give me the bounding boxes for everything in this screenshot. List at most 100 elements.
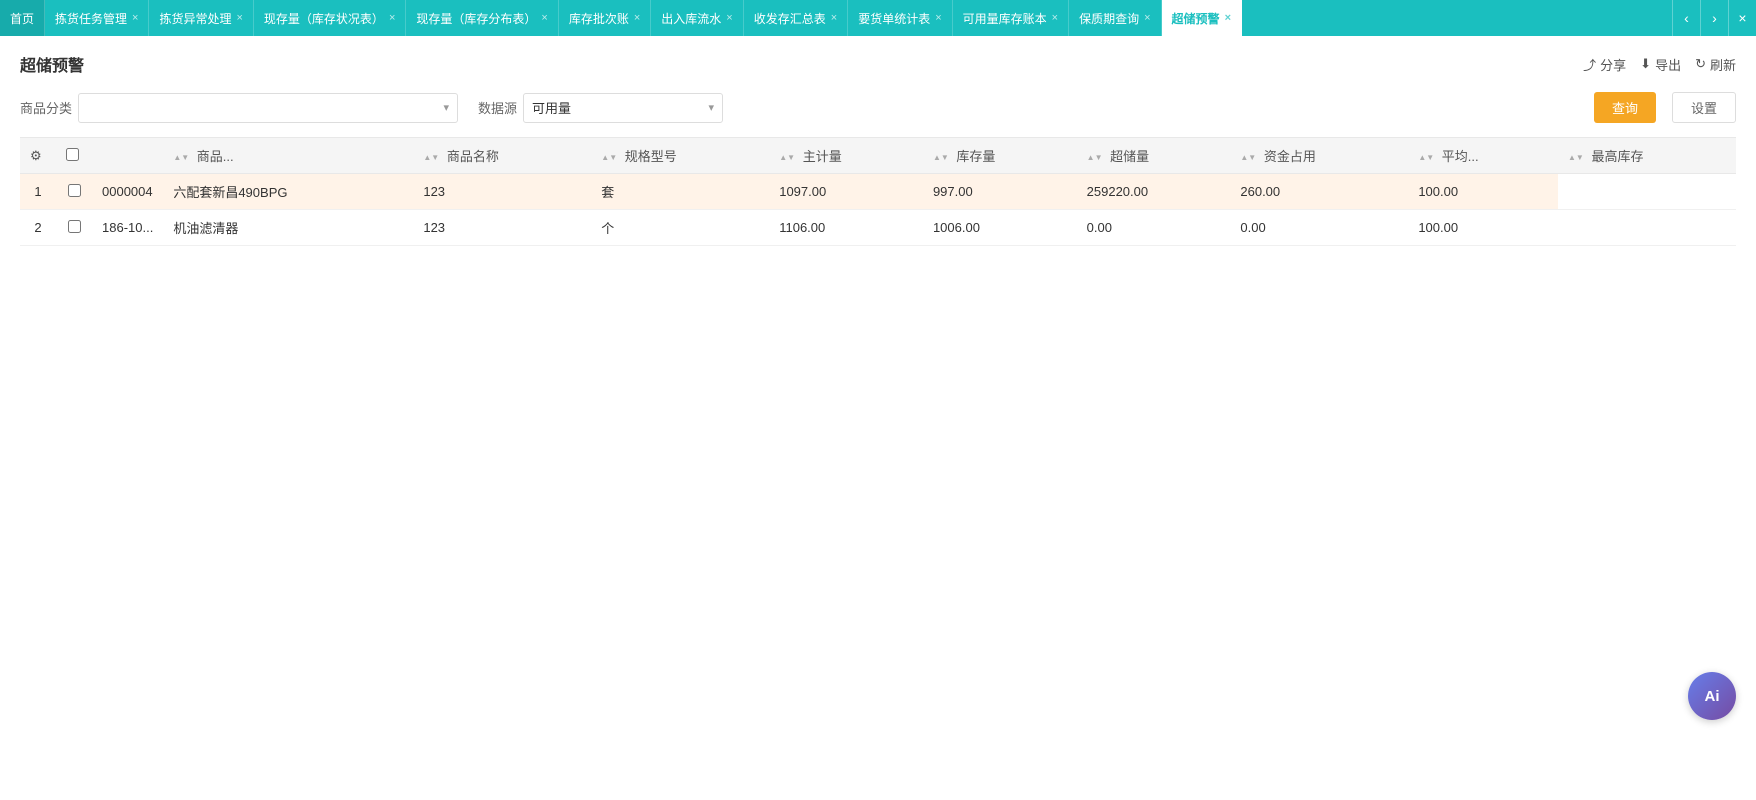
refresh-button[interactable]: ↻ 刷新 — [1695, 55, 1736, 74]
close-icon[interactable]: × — [1052, 12, 1058, 24]
query-button[interactable]: 查询 — [1594, 92, 1656, 123]
row-checkbox[interactable] — [68, 184, 81, 197]
column-max-stock[interactable]: ▲▼ 最高库存 — [1558, 138, 1736, 174]
column-capital[interactable]: ▲▼ 资金占用 — [1230, 138, 1408, 174]
nav-pick-exception[interactable]: 拣货异常处理 × — [149, 0, 253, 36]
nav-pick-task[interactable]: 拣货任务管理 × — [45, 0, 149, 36]
close-icon[interactable]: × — [935, 12, 941, 24]
column-goods-code[interactable]: ▲▼ 商品... — [163, 138, 413, 174]
close-icon[interactable]: × — [1225, 12, 1231, 24]
share-button[interactable]: ⤴ 分享 — [1583, 55, 1626, 74]
sort-icon: ▲▼ — [423, 154, 439, 162]
goods-name: 六配套新昌490BPG — [163, 174, 413, 210]
column-settings[interactable]: ⚙ — [20, 138, 56, 174]
stock: 1106.00 — [769, 210, 923, 246]
nav-inventory-dist[interactable]: 现存量（库存分布表） × — [406, 0, 558, 36]
max-stock: 100.00 — [1408, 174, 1558, 210]
spec: 123 — [413, 210, 591, 246]
category-label: 商品分类 — [20, 98, 72, 117]
nav-close-all-button[interactable]: × — [1728, 0, 1756, 36]
column-goods-name[interactable]: ▲▼ 商品名称 — [413, 138, 591, 174]
nav-inventory-status[interactable]: 现存量（库存状况表） × — [254, 0, 406, 36]
datasource-filter-group: 数据源 可用量 ▾ — [478, 93, 723, 123]
avg: 260.00 — [1230, 174, 1408, 210]
overstock: 1006.00 — [923, 210, 1077, 246]
unit: 个 — [591, 210, 769, 246]
refresh-icon: ↻ — [1695, 56, 1706, 72]
export-icon: ⬇ — [1640, 56, 1651, 72]
share-icon: ⤴ — [1583, 55, 1596, 74]
datasource-value: 可用量 — [532, 98, 571, 117]
stock: 1097.00 — [769, 174, 923, 210]
sort-icon: ▲▼ — [1418, 154, 1434, 162]
sort-icon: ▲▼ — [1240, 154, 1256, 162]
spec: 123 — [413, 174, 591, 210]
column-checkbox — [56, 138, 92, 174]
export-button[interactable]: ⬇ 导出 — [1640, 55, 1681, 74]
nav-home[interactable]: 首页 — [0, 0, 45, 36]
column-rownum — [92, 138, 163, 174]
column-stock[interactable]: ▲▼ 库存量 — [923, 138, 1077, 174]
close-icon[interactable]: × — [236, 12, 242, 24]
category-filter-group: 商品分类 ▾ — [20, 93, 458, 123]
header-actions: ⤴ 分享 ⬇ 导出 ↻ 刷新 — [1583, 55, 1736, 74]
close-icon[interactable]: × — [634, 12, 640, 24]
top-navigation: 首页 拣货任务管理 × 拣货异常处理 × 现存量（库存状况表） × 现存量（库存… — [0, 0, 1756, 36]
select-all-checkbox[interactable] — [66, 148, 79, 161]
page-title: 超储预警 — [20, 52, 84, 76]
unit: 套 — [591, 174, 769, 210]
datasource-select[interactable]: 可用量 ▾ — [523, 93, 723, 123]
close-icon[interactable]: × — [389, 12, 395, 24]
row-checkbox-cell — [56, 210, 92, 246]
capital: 0.00 — [1077, 210, 1231, 246]
sort-icon: ▲▼ — [173, 154, 189, 162]
nav-arrows: ‹ › × — [1672, 0, 1756, 36]
page-content: 超储预警 ⤴ 分享 ⬇ 导出 ↻ 刷新 商品分类 ▾ 数据源 — [0, 36, 1756, 262]
row-number: 2 — [20, 210, 56, 246]
goods-code: 0000004 — [92, 174, 163, 210]
row-checkbox[interactable] — [68, 220, 81, 233]
page-header: 超储预警 ⤴ 分享 ⬇ 导出 ↻ 刷新 — [20, 52, 1736, 76]
category-select[interactable]: ▾ — [78, 93, 458, 123]
table-body: 1 0000004 六配套新昌490BPG 123 套 1097.00 997.… — [20, 174, 1736, 246]
column-overstock[interactable]: ▲▼ 超储量 — [1077, 138, 1231, 174]
nav-order-stat[interactable]: 要货单统计表 × — [848, 0, 952, 36]
nav-overstock-warning[interactable]: 超储预警 × — [1162, 0, 1242, 36]
nav-batch-account[interactable]: 库存批次账 × — [559, 0, 651, 36]
table-row: 1 0000004 六配套新昌490BPG 123 套 1097.00 997.… — [20, 174, 1736, 210]
column-unit[interactable]: ▲▼ 主计量 — [769, 138, 923, 174]
ai-assistant-button[interactable]: Ai — [1688, 672, 1736, 720]
sort-icon: ▲▼ — [601, 154, 617, 162]
chevron-down-icon: ▾ — [443, 101, 449, 114]
nav-next-button[interactable]: › — [1700, 0, 1728, 36]
nav-prev-button[interactable]: ‹ — [1672, 0, 1700, 36]
goods-code: 186-10... — [92, 210, 163, 246]
settings-button[interactable]: 设置 — [1672, 92, 1736, 123]
sort-icon: ▲▼ — [779, 154, 795, 162]
max-stock: 100.00 — [1408, 210, 1558, 246]
row-number: 1 — [20, 174, 56, 210]
nav-quality-period[interactable]: 保质期查询 × — [1069, 0, 1161, 36]
table-header: ⚙ ▲▼ 商品... ▲▼ 商品名称 ▲▼ 规格型号 ▲▼ — [20, 138, 1736, 174]
nav-flow[interactable]: 出入库流水 × — [651, 0, 743, 36]
chevron-down-icon: ▾ — [709, 101, 715, 114]
sort-icon: ▲▼ — [1087, 154, 1103, 162]
data-table: ⚙ ▲▼ 商品... ▲▼ 商品名称 ▲▼ 规格型号 ▲▼ — [20, 137, 1736, 246]
overstock: 997.00 — [923, 174, 1077, 210]
close-icon[interactable]: × — [541, 12, 547, 24]
table-row: 2 186-10... 机油滤清器 123 个 1106.00 1006.00 … — [20, 210, 1736, 246]
close-icon[interactable]: × — [831, 12, 837, 24]
nav-available-stock[interactable]: 可用量库存账本 × — [953, 0, 1069, 36]
sort-icon: ▲▼ — [1568, 154, 1584, 162]
goods-name: 机油滤清器 — [163, 210, 413, 246]
sort-icon: ▲▼ — [933, 154, 949, 162]
column-spec[interactable]: ▲▼ 规格型号 — [591, 138, 769, 174]
row-checkbox-cell — [56, 174, 92, 210]
close-icon[interactable]: × — [1144, 12, 1150, 24]
capital: 259220.00 — [1077, 174, 1231, 210]
nav-summary[interactable]: 收发存汇总表 × — [744, 0, 848, 36]
filter-row: 商品分类 ▾ 数据源 可用量 ▾ 查询 设置 — [20, 92, 1736, 123]
close-icon[interactable]: × — [132, 12, 138, 24]
close-icon[interactable]: × — [726, 12, 732, 24]
column-avg[interactable]: ▲▼ 平均... — [1408, 138, 1558, 174]
